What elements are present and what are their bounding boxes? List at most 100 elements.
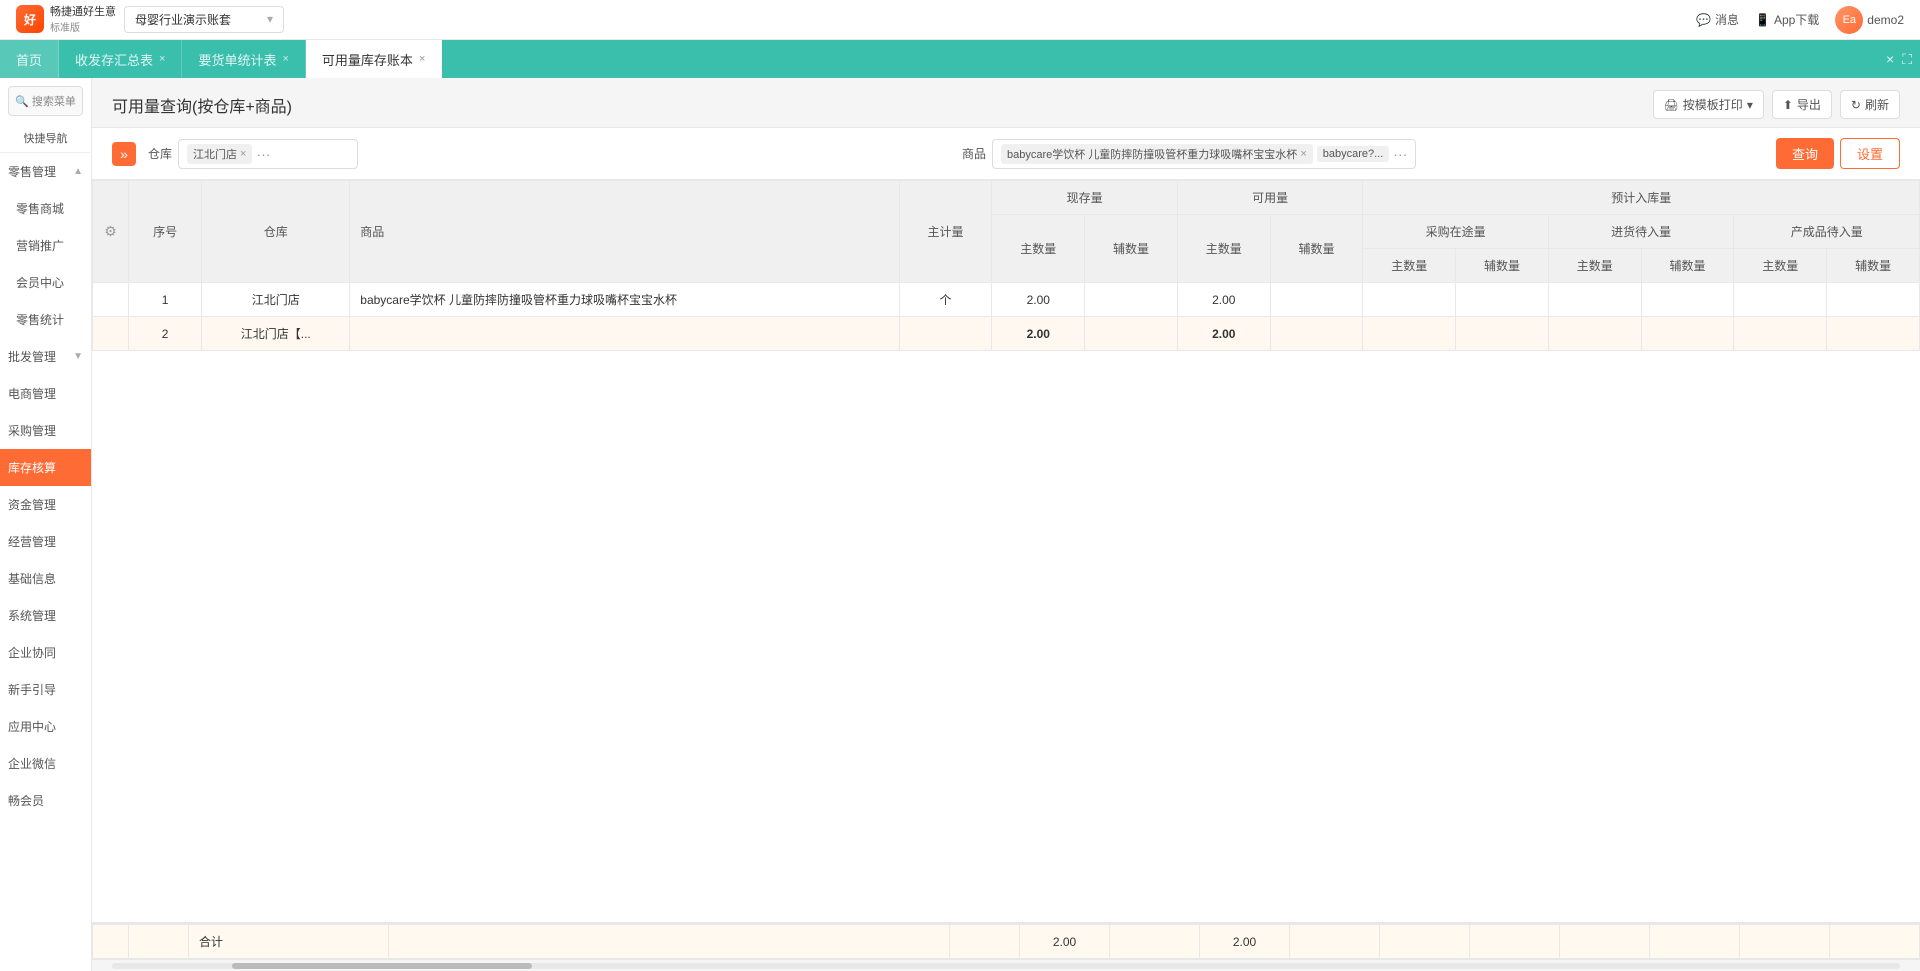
- th-no: 序号: [129, 181, 202, 283]
- footer-cell-settings: [93, 925, 129, 959]
- sidebar: 🔍 搜索菜单 快捷导航 零售管理 ▲ 零售商城 营销推广 会员中心 零售统计 批…: [0, 78, 92, 971]
- logo-text-block: 畅捷通好生意 标准版: [50, 5, 116, 34]
- tab-order-stats[interactable]: 要货单统计表 ×: [182, 40, 305, 78]
- cell-warehouse-sub: 江北门店【...: [202, 317, 350, 351]
- sidebar-item-purchase[interactable]: 采购管理: [0, 412, 91, 449]
- warehouse-tag-remove[interactable]: ×: [240, 148, 246, 160]
- product-more-dots[interactable]: ···: [1393, 146, 1407, 162]
- gear-icon[interactable]: ⚙: [104, 223, 117, 239]
- data-table: ⚙ 序号 仓库 商品 主计量 现存量 可用量 预计入库量 主数量 辅数量 主数量: [92, 180, 1920, 351]
- message-button[interactable]: 💬 消息: [1696, 11, 1739, 28]
- sidebar-item-member-center[interactable]: 会员中心: [0, 264, 91, 301]
- warehouse-tag: 江北门店 ×: [187, 144, 252, 164]
- sidebar-item-marketing[interactable]: 营销推广: [0, 227, 91, 264]
- setting-button[interactable]: 设置: [1840, 138, 1900, 169]
- tab-available-stock[interactable]: 可用量库存账本 ×: [306, 40, 442, 78]
- th-planned-in-group: 预计入库量: [1363, 181, 1920, 215]
- industry-selector[interactable]: 母婴行业演示账套 ▾: [124, 6, 284, 33]
- sidebar-item-operations[interactable]: 经营管理: [0, 523, 91, 560]
- footer-cell-unit: [950, 925, 1020, 959]
- th-unit: 主计量: [899, 181, 992, 283]
- cell-no-sub: 2: [129, 317, 202, 351]
- tab-available-stock-close[interactable]: ×: [419, 53, 425, 65]
- cell-purchase-aux-sub: [1456, 317, 1549, 351]
- top-bar-right: 💬 消息 📱 App下载 Ea demo2: [1696, 6, 1904, 34]
- sidebar-item-enterprise[interactable]: 企业协同: [0, 634, 91, 671]
- sidebar-item-retail-mgmt[interactable]: 零售管理 ▲: [0, 153, 91, 190]
- filter-toggle-button[interactable]: »: [112, 142, 136, 166]
- footer-onhand-aux: [1110, 925, 1200, 959]
- sidebar-item-stock-audit[interactable]: 库存核算: [0, 449, 91, 486]
- product-input[interactable]: babycare学饮杯 儿童防摔防撞吸管杯重力球吸嘴杯宝宝水杯 × babyca…: [992, 139, 1416, 169]
- sidebar-item-system[interactable]: 系统管理: [0, 597, 91, 634]
- sidebar-item-wechat[interactable]: 企业微信: [0, 745, 91, 782]
- cell-settings: [93, 283, 129, 317]
- cell-unit: 个: [899, 283, 992, 317]
- footer-available-main: 2.00: [1200, 925, 1290, 959]
- top-bar-left: 好 畅捷通好生意 标准版 母婴行业演示账套 ▾: [16, 5, 284, 34]
- tab-order-stats-label: 要货单统计表: [198, 50, 276, 69]
- expand-button[interactable]: ⛶: [1902, 51, 1912, 68]
- sidebar-item-app-center[interactable]: 应用中心: [0, 708, 91, 745]
- sidebar-item-guide[interactable]: 新手引导: [0, 671, 91, 708]
- tab-home[interactable]: 首页: [0, 40, 59, 78]
- sidebar-item-ecommerce[interactable]: 电商管理: [0, 375, 91, 412]
- product-tag-2: babycare?...: [1317, 146, 1390, 162]
- cell-product-sub: [350, 317, 899, 351]
- refresh-icon: ↻: [1851, 98, 1861, 112]
- search-menu-button[interactable]: 🔍 搜索菜单: [8, 86, 83, 116]
- horizontal-scrollbar[interactable]: [112, 963, 1900, 969]
- sidebar-item-member[interactable]: 畅会员: [0, 782, 91, 819]
- sidebar-item-quick-nav[interactable]: 快捷导航: [0, 124, 91, 153]
- tab-receivables-close[interactable]: ×: [159, 53, 165, 65]
- th-production-group: 产成品待入量: [1734, 215, 1920, 249]
- cell-available-main-sub: 2.00: [1177, 317, 1270, 351]
- tab-order-stats-close[interactable]: ×: [282, 53, 288, 65]
- th-product: 商品: [350, 181, 899, 283]
- user-avatar-button[interactable]: Ea demo2: [1835, 6, 1904, 34]
- cell-onhand-main-sub: 2.00: [992, 317, 1085, 351]
- footer-label: 合计: [189, 925, 389, 959]
- chevron-up-icon: ▲: [73, 166, 83, 177]
- app-download-button[interactable]: 📱 App下载: [1755, 11, 1819, 28]
- cell-incoming-aux-sub: [1641, 317, 1734, 351]
- filter-buttons: 查询 设置: [1776, 138, 1900, 169]
- cell-production-aux: [1827, 283, 1920, 317]
- cell-settings-sub: [93, 317, 129, 351]
- sidebar-item-retail-mall[interactable]: 零售商城: [0, 190, 91, 227]
- th-incoming-main: 主数量: [1548, 249, 1641, 283]
- phone-icon: 📱: [1755, 13, 1770, 27]
- query-button[interactable]: 查询: [1776, 138, 1834, 169]
- sidebar-item-retail-stats[interactable]: 零售统计: [0, 301, 91, 338]
- avatar: Ea: [1835, 6, 1863, 34]
- close-all-tabs-button[interactable]: ×: [1886, 51, 1894, 67]
- scrollbar-thumb[interactable]: [232, 963, 532, 969]
- message-icon: 💬: [1696, 13, 1711, 27]
- export-button[interactable]: ⬆ 导出: [1772, 90, 1832, 119]
- cell-onhand-aux: [1085, 283, 1178, 317]
- tab-receivables-label: 收发存汇总表: [75, 50, 153, 69]
- refresh-button[interactable]: ↻ 刷新: [1840, 90, 1900, 119]
- top-bar: 好 畅捷通好生意 标准版 母婴行业演示账套 ▾ 💬 消息 📱 App下载 Ea …: [0, 0, 1920, 40]
- print-button[interactable]: 🖨 按模板打印 ▾: [1653, 90, 1764, 119]
- printer-icon: 🖨: [1664, 98, 1679, 112]
- cell-purchase-main: [1363, 283, 1456, 317]
- sidebar-search-area: 🔍 搜索菜单: [0, 78, 91, 124]
- footer-onhand-main: 2.00: [1020, 925, 1110, 959]
- warehouse-filter-group: 仓库 江北门店 × ···: [148, 139, 950, 169]
- sidebar-item-wholesale-mgmt[interactable]: 批发管理 ▼: [0, 338, 91, 375]
- sidebar-item-basic-info[interactable]: 基础信息: [0, 560, 91, 597]
- product-tag-1-remove[interactable]: ×: [1300, 148, 1306, 160]
- sidebar-item-finance[interactable]: 资金管理: [0, 486, 91, 523]
- footer-incoming-main: [1560, 925, 1650, 959]
- warehouse-label: 仓库: [148, 145, 172, 162]
- th-onhand-main: 主数量: [992, 215, 1085, 283]
- nav-tabs: 首页 收发存汇总表 × 要货单统计表 × 可用量库存账本 × × ⛶: [0, 40, 1920, 78]
- th-warehouse: 仓库: [202, 181, 350, 283]
- warehouse-input[interactable]: 江北门店 × ···: [178, 139, 358, 169]
- warehouse-more-dots[interactable]: ···: [256, 146, 270, 162]
- tab-receivables[interactable]: 收发存汇总表 ×: [59, 40, 182, 78]
- th-incoming-aux: 辅数量: [1641, 249, 1734, 283]
- nav-tab-end: × ⛶: [1878, 40, 1920, 78]
- cell-product: babycare学饮杯 儿童防摔防撞吸管杯重力球吸嘴杯宝宝水杯: [350, 283, 899, 317]
